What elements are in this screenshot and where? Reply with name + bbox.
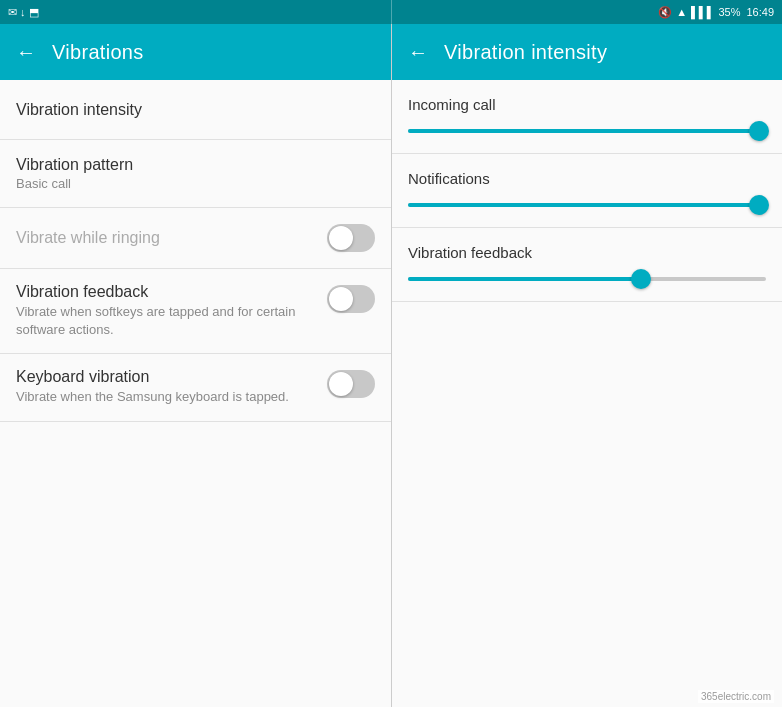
right-back-button[interactable]: ←	[408, 41, 428, 64]
incoming-call-label: Incoming call	[408, 96, 766, 113]
vibrate-while-ringing-text: Vibrate while ringing	[16, 229, 327, 247]
status-bar-left: ✉ ↓ ⬒	[0, 0, 391, 24]
left-app-bar: ← Vibrations	[0, 24, 391, 80]
incoming-call-section: Incoming call	[392, 80, 782, 154]
right-panel-title: Vibration intensity	[444, 41, 607, 64]
keyboard-vibration-title: Keyboard vibration	[16, 368, 327, 386]
vibration-intensity-item[interactable]: Vibration intensity	[0, 80, 391, 140]
status-bar: ✉ ↓ ⬒ 🔇 ▲ ▌▌▌ 35% 16:49	[0, 0, 782, 24]
notifications-slider-container[interactable]	[408, 199, 766, 219]
notifications-track	[408, 203, 766, 207]
vibration-pattern-subtitle: Basic call	[16, 176, 375, 191]
time-display: 16:49	[746, 6, 774, 18]
right-app-bar: ← Vibration intensity	[392, 24, 782, 80]
incoming-call-thumb[interactable]	[749, 121, 769, 141]
right-screen-content: Incoming call Notifications	[392, 80, 782, 707]
vibration-feedback-subtitle: Vibrate when softkeys are tapped and for…	[16, 303, 296, 339]
vibrate-while-ringing-title: Vibrate while ringing	[16, 229, 327, 247]
left-screen-content: Vibration intensity Vibration pattern Ba…	[0, 80, 391, 707]
keyboard-vibration-subtitle: Vibrate when the Samsung keyboard is tap…	[16, 388, 296, 406]
incoming-call-slider-container[interactable]	[408, 125, 766, 145]
left-back-button[interactable]: ←	[16, 41, 36, 64]
notifications-label: Notifications	[408, 170, 766, 187]
keyboard-vibration-item[interactable]: Keyboard vibration Vibrate when the Sams…	[0, 354, 391, 421]
status-bar-right: 🔇 ▲ ▌▌▌ 35% 16:49	[392, 0, 783, 24]
notifications-section: Notifications	[392, 154, 782, 228]
notifications-thumb[interactable]	[749, 195, 769, 215]
left-panel-title: Vibrations	[52, 41, 144, 64]
watermark: 365electric.com	[698, 690, 774, 703]
vibrate-while-ringing-toggle[interactable]	[327, 224, 375, 252]
vibration-feedback-title: Vibration feedback	[16, 283, 327, 301]
vibration-intensity-text: Vibration intensity	[16, 101, 375, 119]
right-panel: ← Vibration intensity Incoming call Noti…	[391, 24, 782, 707]
left-panel: ← Vibrations Vibration intensity Vibrati…	[0, 24, 391, 707]
keyboard-vibration-text: Keyboard vibration Vibrate when the Sams…	[16, 368, 327, 406]
vibration-pattern-item[interactable]: Vibration pattern Basic call	[0, 140, 391, 208]
incoming-call-fill	[408, 129, 759, 133]
vibration-feedback-toggle[interactable]	[327, 285, 375, 313]
incoming-call-track	[408, 129, 766, 133]
battery-percent: 35%	[718, 6, 740, 18]
vibration-intensity-title: Vibration intensity	[16, 101, 375, 119]
vib-feedback-slider-container[interactable]	[408, 273, 766, 293]
vib-feedback-thumb[interactable]	[631, 269, 651, 289]
vibration-pattern-text: Vibration pattern Basic call	[16, 156, 375, 191]
signal-icon: ▌▌▌	[691, 6, 714, 18]
notifications-fill	[408, 203, 759, 207]
screens-container: ← Vibrations Vibration intensity Vibrati…	[0, 24, 782, 707]
vib-feedback-fill	[408, 277, 641, 281]
vibration-feedback-text: Vibration feedback Vibrate when softkeys…	[16, 283, 327, 339]
vibration-feedback-item[interactable]: Vibration feedback Vibrate when softkeys…	[0, 269, 391, 354]
wifi-icon: ▲	[676, 6, 687, 18]
mute-icon: 🔇	[658, 6, 672, 19]
notification-icons: ✉ ↓ ⬒	[8, 6, 39, 19]
vibration-pattern-title: Vibration pattern	[16, 156, 375, 174]
vib-feedback-section: Vibration feedback	[392, 228, 782, 302]
keyboard-vibration-toggle[interactable]	[327, 370, 375, 398]
vib-feedback-track	[408, 277, 766, 281]
vib-feedback-label: Vibration feedback	[408, 244, 766, 261]
vibrate-while-ringing-item[interactable]: Vibrate while ringing	[0, 208, 391, 269]
